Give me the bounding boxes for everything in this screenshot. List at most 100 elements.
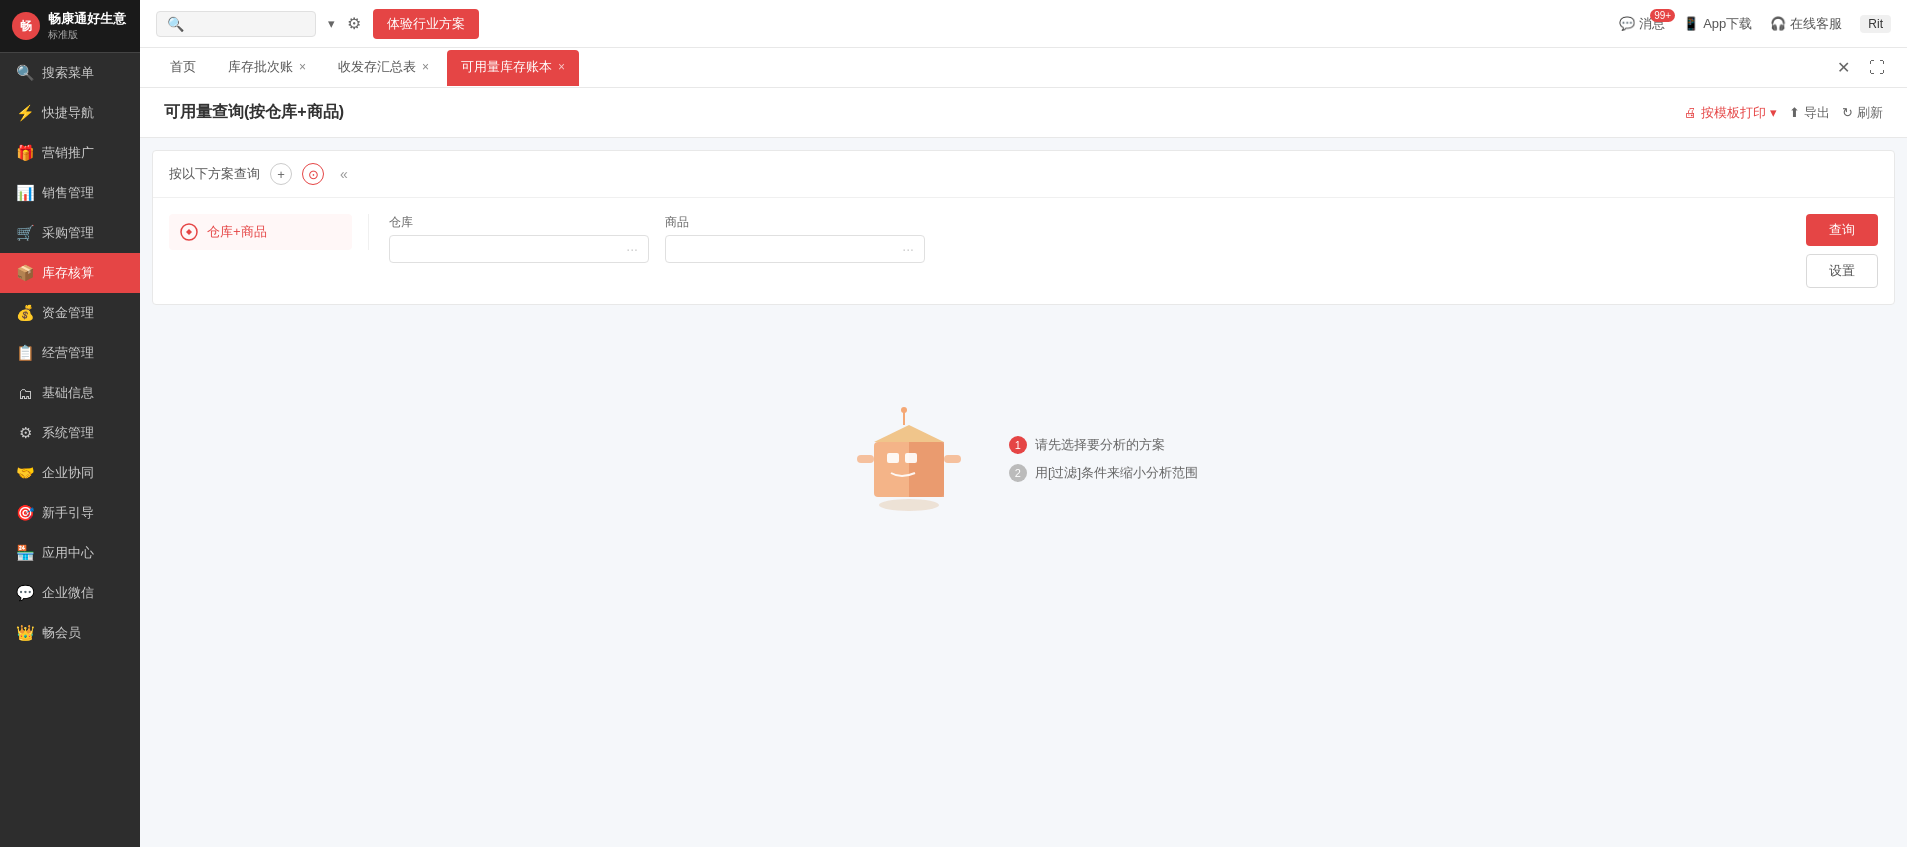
sidebar-item-label: 系统管理	[42, 424, 94, 442]
sidebar-item-label: 企业微信	[42, 584, 94, 602]
tabbar: 首页 库存批次账 × 收发存汇总表 × 可用量库存账本 × ✕ ⛶	[140, 48, 1907, 88]
sidebar-item-wechat[interactable]: 💬 企业微信	[0, 573, 140, 613]
msg-count-badge: 99+	[1650, 9, 1675, 22]
empty-step1: 1 请先选择要分析的方案	[1009, 436, 1198, 454]
main-content: 🔍 ▾ ⚙ 体验行业方案 💬 消息 99+ 📱 App下载 🎧 在线客服 R	[140, 0, 1907, 847]
page-title: 可用量查询(按仓库+商品)	[164, 102, 344, 123]
svg-rect-8	[857, 455, 874, 463]
sidebar-item-label: 销售管理	[42, 184, 94, 202]
topbar-search-input[interactable]	[190, 17, 290, 31]
product-filter-input-wrap[interactable]: ···	[665, 235, 925, 263]
sidebar-item-finance[interactable]: 💰 资金管理	[0, 293, 140, 333]
product-more-btn[interactable]: ···	[902, 241, 914, 257]
sidebar-item-system[interactable]: ⚙ 系统管理	[0, 413, 140, 453]
collapse-panel-btn[interactable]: «	[340, 166, 348, 182]
warehouse-filter-label: 仓库	[389, 214, 649, 231]
tab-close-icon[interactable]: ×	[299, 60, 306, 74]
svg-marker-3	[909, 442, 944, 497]
sidebar-item-basic[interactable]: 🗂 基础信息	[0, 373, 140, 413]
tab-close-icon[interactable]: ×	[422, 60, 429, 74]
svg-point-10	[879, 499, 939, 511]
topbar-right: 💬 消息 99+ 📱 App下载 🎧 在线客服 Rit	[1619, 15, 1891, 33]
sidebar-item-enterprise[interactable]: 🤝 企业协同	[0, 453, 140, 493]
svg-rect-9	[944, 455, 961, 463]
sidebar-item-label: 基础信息	[42, 384, 94, 402]
sidebar-item-member[interactable]: 👑 畅会员	[0, 613, 140, 653]
system-icon: ⚙	[16, 424, 34, 442]
industry-btn[interactable]: 体验行业方案	[373, 9, 479, 39]
scheme-label: 仓库+商品	[207, 223, 267, 241]
product-filter-group: 商品 ···	[665, 214, 925, 263]
add-scheme-btn[interactable]: +	[270, 163, 292, 185]
tab-label: 可用量库存账本	[461, 58, 552, 76]
scheme-icon	[179, 222, 199, 242]
refresh-btn[interactable]: ↻ 刷新	[1842, 104, 1883, 122]
product-filter-input[interactable]	[676, 242, 896, 257]
export-icon: ⬆	[1789, 105, 1800, 120]
sidebar-item-label: 企业协同	[42, 464, 94, 482]
tab-home[interactable]: 首页	[156, 50, 210, 86]
product-filter-label: 商品	[665, 214, 925, 231]
app-download-btn[interactable]: 📱 App下载	[1683, 15, 1752, 33]
query-btn[interactable]: 查询	[1806, 214, 1878, 246]
scheme-settings-btn[interactable]: ⊙	[302, 163, 324, 185]
online-service-btn[interactable]: 🎧 在线客服	[1770, 15, 1842, 33]
svg-rect-5	[905, 453, 917, 463]
sidebar-header: 畅 畅康通好生意 标准版	[0, 0, 140, 53]
inventory-icon: 📦	[16, 264, 34, 282]
headset-icon: 🎧	[1770, 16, 1786, 31]
tab-expand-btn[interactable]: ⛶	[1863, 54, 1891, 82]
print-btn[interactable]: 🖨 按模板打印 ▾	[1684, 104, 1777, 122]
tab-label: 收发存汇总表	[338, 58, 416, 76]
finance-icon: 💰	[16, 304, 34, 322]
sidebar-item-label: 新手引导	[42, 504, 94, 522]
search-menu-icon: 🔍	[16, 64, 34, 82]
warehouse-filter-input[interactable]	[400, 242, 620, 257]
message-btn[interactable]: 💬 消息 99+	[1619, 15, 1665, 33]
sidebar-item-marketing[interactable]: 🎁 营销推广	[0, 133, 140, 173]
sidebar-item-shortcut[interactable]: ⚡ 快捷导航	[0, 93, 140, 133]
tab-close-all-btn[interactable]: ✕	[1829, 54, 1857, 82]
user-avatar[interactable]: Rit	[1860, 15, 1891, 33]
tab-receipt-summary[interactable]: 收发存汇总表 ×	[324, 50, 443, 86]
wechat-icon: 💬	[16, 584, 34, 602]
sidebar-item-label: 经营管理	[42, 344, 94, 362]
mobile-icon: 📱	[1683, 16, 1699, 31]
appstore-icon: 🏪	[16, 544, 34, 562]
search-icon: 🔍	[167, 16, 184, 32]
gear-icon: ⚙	[347, 15, 361, 32]
export-btn[interactable]: ⬆ 导出	[1789, 104, 1830, 122]
sidebar-item-label: 采购管理	[42, 224, 94, 242]
topbar-dropdown[interactable]: ▾	[328, 16, 335, 31]
chevron-down-icon: ▾	[328, 16, 335, 31]
sidebar-item-operations[interactable]: 📋 经营管理	[0, 333, 140, 373]
sidebar: 畅 畅康通好生意 标准版 🔍 搜索菜单 ⚡ 快捷导航 🎁 营销推广 📊 销售管理…	[0, 0, 140, 847]
filter-area: 仓库 ··· 商品 ···	[389, 214, 1766, 263]
settings-btn[interactable]: 设置	[1806, 254, 1878, 288]
step1-num: 1	[1009, 436, 1027, 454]
warehouse-more-btn[interactable]: ···	[626, 241, 638, 257]
tab-close-icon[interactable]: ×	[558, 60, 565, 74]
query-panel-label: 按以下方案查询	[169, 165, 260, 183]
tab-available-qty[interactable]: 可用量库存账本 ×	[447, 50, 579, 86]
sidebar-item-sales[interactable]: 📊 销售管理	[0, 173, 140, 213]
topbar-search-box[interactable]: 🔍	[156, 11, 316, 37]
scheme-warehouse-product[interactable]: 仓库+商品	[169, 214, 352, 250]
warehouse-filter-input-wrap[interactable]: ···	[389, 235, 649, 263]
empty-state: 1 请先选择要分析的方案 2 用[过滤]条件来缩小分析范围	[140, 317, 1907, 600]
sidebar-item-inventory[interactable]: 📦 库存核算	[0, 253, 140, 293]
sidebar-item-label: 应用中心	[42, 544, 94, 562]
query-panel: 按以下方案查询 + ⊙ «	[152, 150, 1895, 305]
sidebar-item-appstore[interactable]: 🏪 应用中心	[0, 533, 140, 573]
tab-batch-account[interactable]: 库存批次账 ×	[214, 50, 320, 86]
chart-icon: 📊	[16, 184, 34, 202]
enterprise-icon: 🤝	[16, 464, 34, 482]
sidebar-item-purchase[interactable]: 🛒 采购管理	[0, 213, 140, 253]
sidebar-item-newbie[interactable]: 🎯 新手引导	[0, 493, 140, 533]
shortcut-icon: ⚡	[16, 104, 34, 122]
query-body: 仓库+商品 仓库 ··· 商品	[153, 198, 1894, 304]
topbar-gear-btn[interactable]: ⚙	[347, 14, 361, 33]
newbie-icon: 🎯	[16, 504, 34, 522]
sidebar-item-search[interactable]: 🔍 搜索菜单	[0, 53, 140, 93]
empty-step2: 2 用[过滤]条件来缩小分析范围	[1009, 464, 1198, 482]
